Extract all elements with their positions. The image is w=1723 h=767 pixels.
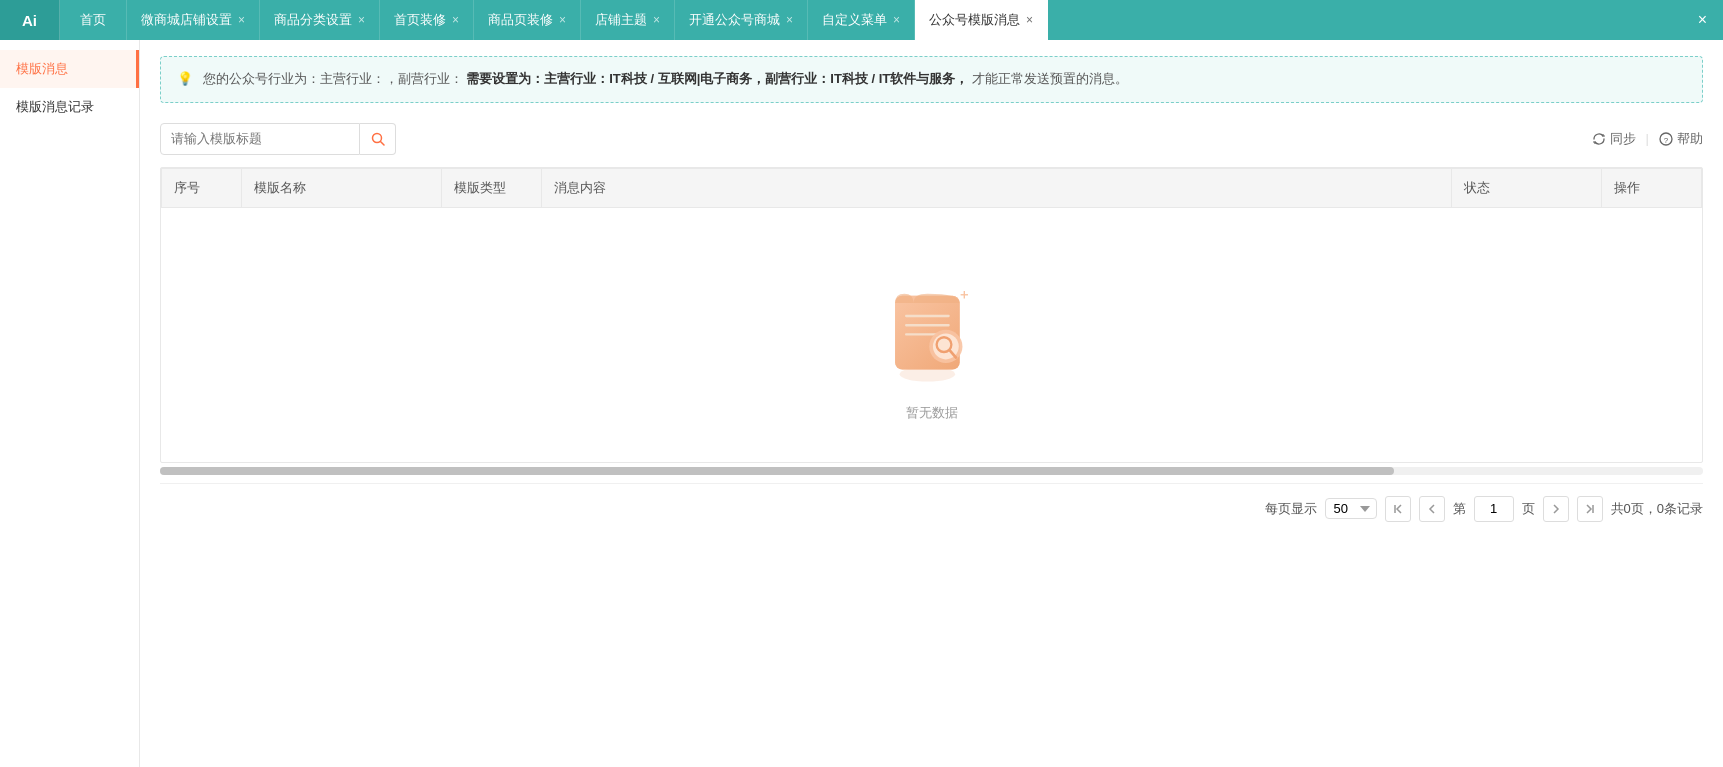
next-page-button[interactable]: [1543, 496, 1569, 522]
tab-close-icon[interactable]: ×: [1026, 13, 1033, 27]
tab-custom-menu[interactable]: 自定义菜单 ×: [808, 0, 915, 40]
tab-label: 自定义菜单: [822, 11, 887, 29]
notice-box: 💡 您的公众号行业为：主营行业：，副营行业： 需要设置为：主营行业：IT科技 /…: [160, 56, 1703, 103]
col-header-type: 模版类型: [442, 168, 542, 207]
main-layout: 模版消息 模版消息记录 💡 您的公众号行业为：主营行业：，副营行业： 需要设置为…: [0, 40, 1723, 767]
tab-label: 商品分类设置: [274, 11, 352, 29]
data-table: 序号 模版名称 模版类型 消息内容 状态 操作: [161, 168, 1702, 462]
tab-label: 微商城店铺设置: [141, 11, 232, 29]
col-header-status: 状态: [1452, 168, 1602, 207]
sidebar: 模版消息 模版消息记录: [0, 40, 140, 767]
tab-product-page-decor[interactable]: 商品页装修 ×: [474, 0, 581, 40]
sync-icon: [1592, 132, 1606, 146]
tab-label: 开通公众号商城: [689, 11, 780, 29]
svg-text:?: ?: [1664, 136, 1669, 145]
empty-text: 暂无数据: [906, 404, 958, 422]
search-toolbar: 同步 | ? 帮助: [160, 123, 1703, 155]
top-nav: Ai 首页 微商城店铺设置 × 商品分类设置 × 首页装修 × 商品页装修 × …: [0, 0, 1723, 40]
search-icon: [371, 132, 385, 146]
first-page-button[interactable]: [1385, 496, 1411, 522]
tab-label: 公众号模版消息: [929, 11, 1020, 29]
sync-button[interactable]: 同步: [1592, 130, 1636, 148]
page-size-select[interactable]: 50 10 20 100: [1325, 498, 1377, 519]
page-number-input[interactable]: [1474, 496, 1514, 522]
main-content: 💡 您的公众号行业为：主营行业：，副营行业： 需要设置为：主营行业：IT科技 /…: [140, 40, 1723, 767]
tab-store-theme[interactable]: 店铺主题 ×: [581, 0, 675, 40]
col-header-action: 操作: [1602, 168, 1702, 207]
tab-home[interactable]: 首页: [60, 0, 127, 40]
scrollbar-thumb[interactable]: [160, 467, 1394, 475]
help-label: 帮助: [1677, 130, 1703, 148]
tab-template-message[interactable]: 公众号模版消息 ×: [915, 0, 1048, 40]
col-header-name: 模版名称: [242, 168, 442, 207]
col-header-content: 消息内容: [542, 168, 1452, 207]
page-label: 第: [1453, 500, 1466, 518]
tab-label: 店铺主题: [595, 11, 647, 29]
global-close-button[interactable]: ×: [1682, 11, 1723, 29]
empty-state: 暂无数据: [162, 208, 1702, 462]
help-button[interactable]: ? 帮助: [1659, 130, 1703, 148]
tab-close-icon[interactable]: ×: [559, 13, 566, 27]
tab-label: 首页装修: [394, 11, 446, 29]
last-page-icon: [1585, 504, 1595, 514]
tab-store-settings[interactable]: 微商城店铺设置 ×: [127, 0, 260, 40]
prev-page-button[interactable]: [1419, 496, 1445, 522]
page-size-label: 每页显示: [1265, 500, 1317, 518]
notice-text-suffix: 才能正常发送预置的消息。: [972, 71, 1128, 86]
prev-page-icon: [1427, 504, 1437, 514]
app-logo: Ai: [0, 0, 60, 40]
sidebar-item-template-record[interactable]: 模版消息记录: [0, 88, 139, 126]
tab-open-mall[interactable]: 开通公众号商城 ×: [675, 0, 808, 40]
tab-label: 商品页装修: [488, 11, 553, 29]
tab-close-icon[interactable]: ×: [653, 13, 660, 27]
tab-product-category[interactable]: 商品分类设置 ×: [260, 0, 380, 40]
toolbar-divider: |: [1646, 131, 1649, 146]
tab-close-icon[interactable]: ×: [358, 13, 365, 27]
first-page-icon: [1393, 504, 1403, 514]
search-input[interactable]: [160, 123, 360, 155]
search-button[interactable]: [360, 123, 396, 155]
tab-close-icon[interactable]: ×: [893, 13, 900, 27]
tab-close-icon[interactable]: ×: [786, 13, 793, 27]
tab-close-icon[interactable]: ×: [452, 13, 459, 27]
sidebar-item-template-message[interactable]: 模版消息: [0, 50, 139, 88]
page-unit: 页: [1522, 500, 1535, 518]
next-page-icon: [1551, 504, 1561, 514]
notice-icon: 💡: [177, 71, 193, 86]
pagination: 每页显示 50 10 20 100 第 页: [160, 483, 1703, 534]
tab-homepage-decor[interactable]: 首页装修 ×: [380, 0, 474, 40]
tab-close-icon[interactable]: ×: [238, 13, 245, 27]
sync-label: 同步: [1610, 130, 1636, 148]
help-icon: ?: [1659, 132, 1673, 146]
last-page-button[interactable]: [1577, 496, 1603, 522]
col-header-index: 序号: [162, 168, 242, 207]
empty-illustration: [872, 268, 992, 388]
horizontal-scrollbar[interactable]: [160, 467, 1703, 475]
notice-text-prefix: 您的公众号行业为：主营行业：，副营行业：: [203, 71, 463, 86]
tab-home-label: 首页: [80, 11, 106, 29]
notice-highlight: 需要设置为：主营行业：IT科技 / 互联网|电子商务，副营行业：IT科技 / I…: [466, 71, 968, 86]
toolbar-right: 同步 | ? 帮助: [1592, 130, 1703, 148]
data-table-wrapper: 序号 模版名称 模版类型 消息内容 状态 操作: [160, 167, 1703, 463]
total-text: 共0页，0条记录: [1611, 500, 1703, 518]
svg-line-1: [380, 141, 384, 145]
